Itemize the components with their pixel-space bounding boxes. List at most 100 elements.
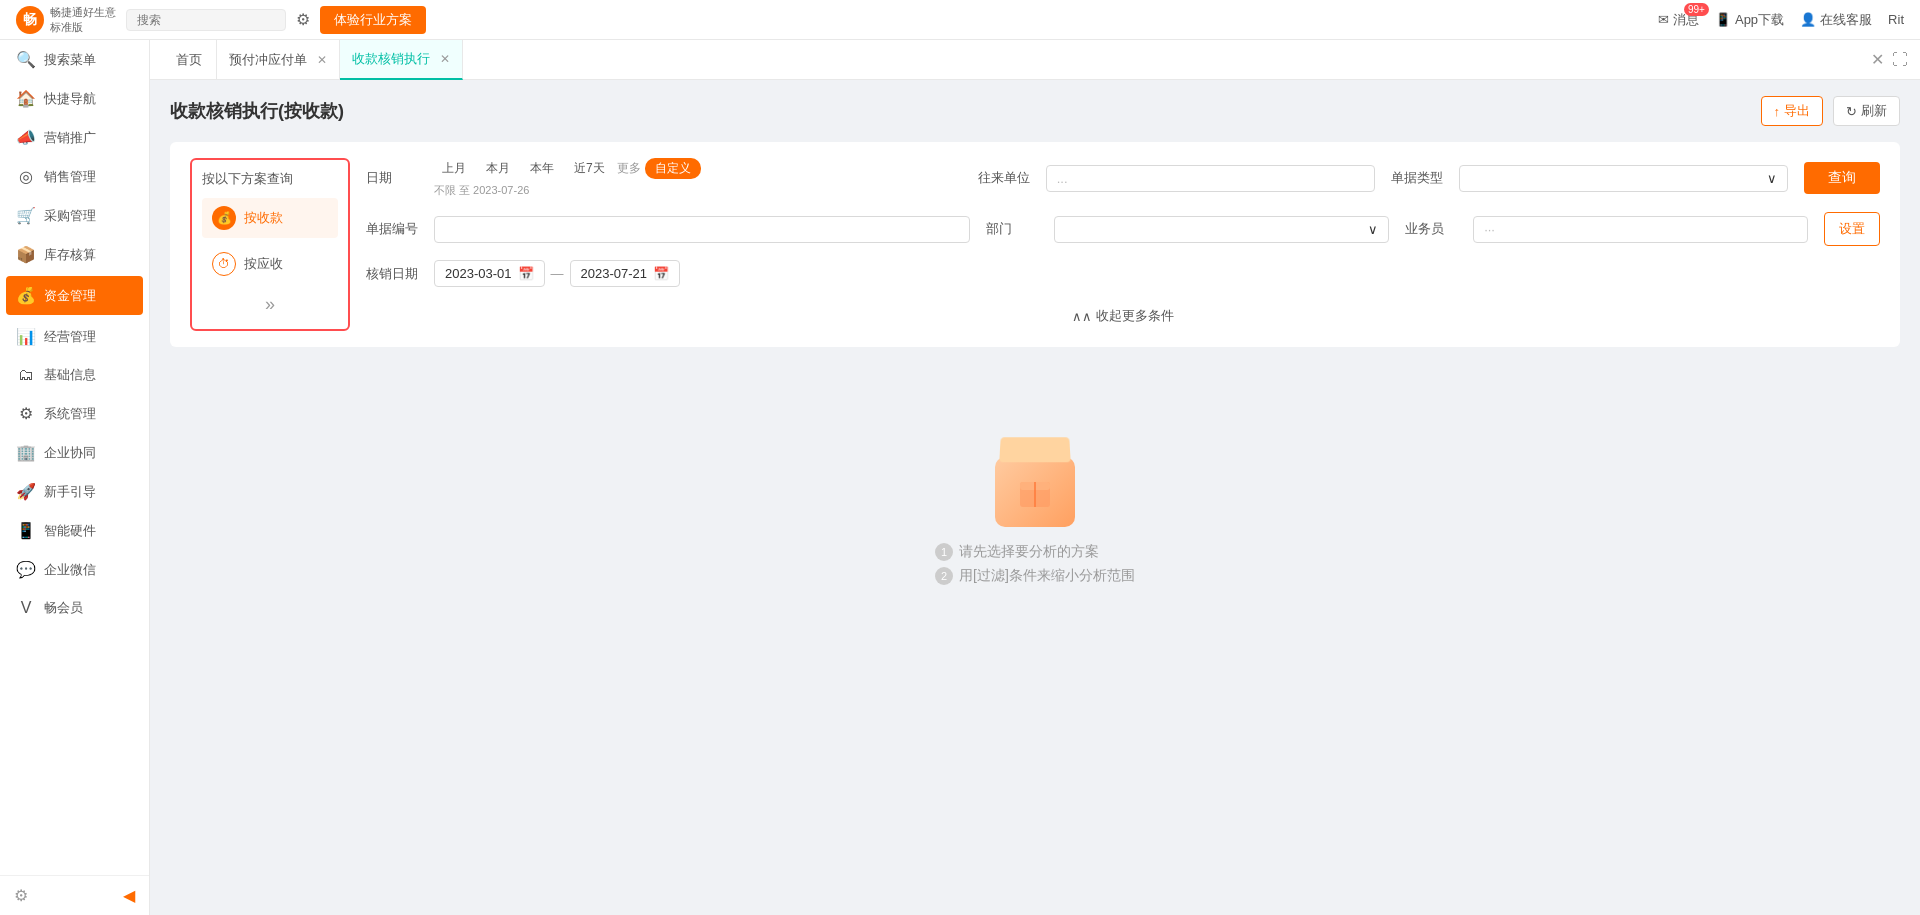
- app-logo: 畅 畅捷通好生意 标准版: [16, 5, 116, 34]
- empty-hint-1: 1 请先选择要分析的方案: [935, 543, 1135, 561]
- partner-input[interactable]: ...: [1046, 165, 1375, 192]
- app-download-button[interactable]: 📱 App下载: [1715, 11, 1784, 29]
- sidebar-item-label: 畅会员: [44, 599, 83, 617]
- export-button[interactable]: ↑ 导出: [1761, 96, 1824, 126]
- sidebar-item-label: 企业微信: [44, 561, 96, 579]
- sidebar-item-label: 库存核算: [44, 246, 96, 264]
- online-service-button[interactable]: 👤 在线客服: [1800, 11, 1872, 29]
- verify-date-start[interactable]: 2023-03-01 📅: [434, 260, 545, 287]
- date-separator: —: [551, 266, 564, 281]
- sidebar-collapse-icon[interactable]: ◀: [123, 886, 135, 905]
- date-opt-more[interactable]: 更多: [617, 160, 641, 177]
- tab-prepay-close[interactable]: ✕: [317, 53, 327, 67]
- tab-close-all-button[interactable]: ✕: [1871, 50, 1884, 69]
- settings-icon[interactable]: ⚙: [296, 10, 310, 29]
- by-receivable-icon: ⏱: [212, 252, 236, 276]
- settings-button[interactable]: 设置: [1824, 212, 1880, 246]
- by-receipt-icon: 💰: [212, 206, 236, 230]
- sidebar-item-quick-nav[interactable]: 🏠 快捷导航: [0, 79, 149, 118]
- date-range: 2023-03-01 📅 — 2023-07-21 📅: [434, 260, 1880, 287]
- sidebar-item-system[interactable]: ⚙ 系统管理: [0, 394, 149, 433]
- filter-panel-title: 按以下方案查询: [202, 170, 338, 188]
- filter-option-by-receipt[interactable]: 💰 按收款: [202, 198, 338, 238]
- brand-text: 畅捷通好生意 标准版: [50, 5, 116, 34]
- sidebar-item-label: 系统管理: [44, 405, 96, 423]
- date-opt-custom[interactable]: 自定义: [645, 158, 701, 179]
- doc-type-select[interactable]: ∨: [1459, 165, 1788, 192]
- verify-date-end[interactable]: 2023-07-21 📅: [570, 260, 681, 287]
- hint-num-2: 2: [935, 567, 953, 585]
- filter-right-panel: 日期 上月 本月 本年 近7天 更多 自定义 不限 至 2023-07-26: [366, 158, 1880, 331]
- dept-select[interactable]: ∨: [1054, 216, 1389, 243]
- calendar-start-icon: 📅: [518, 266, 534, 281]
- partner-field: 往来单位 ...: [978, 165, 1375, 192]
- doc-type-field: 单据类型 ∨: [1391, 165, 1788, 192]
- refresh-icon: ↻: [1846, 104, 1857, 119]
- enterprise-icon: 🏢: [16, 443, 36, 462]
- date-shortcuts: 上月 本月 本年 近7天 更多 自定义: [434, 158, 701, 179]
- query-button[interactable]: 查询: [1804, 162, 1880, 194]
- sidebar-item-sales[interactable]: ◎ 销售管理: [0, 157, 149, 196]
- staff-input[interactable]: ···: [1473, 216, 1808, 243]
- operations-icon: 📊: [16, 327, 36, 346]
- sidebar-item-label: 经营管理: [44, 328, 96, 346]
- tab-expand-button[interactable]: ⛶: [1892, 51, 1908, 69]
- hint-num-1: 1: [935, 543, 953, 561]
- user-avatar[interactable]: Rit: [1888, 12, 1904, 27]
- sidebar-item-label: 基础信息: [44, 366, 96, 384]
- sidebar-item-search-menu[interactable]: 🔍 搜索菜单: [0, 40, 149, 79]
- tab-prepay[interactable]: 预付冲应付单 ✕: [217, 40, 340, 80]
- doc-no-input[interactable]: [434, 216, 970, 243]
- page-header: 收款核销执行(按收款) ↑ 导出 ↻ 刷新: [170, 96, 1900, 126]
- filter-panel-collapse[interactable]: »: [202, 294, 338, 315]
- collapse-more-button[interactable]: ∧∧ 收起更多条件: [366, 301, 1880, 331]
- sidebar-item-operations[interactable]: 📊 经营管理: [0, 317, 149, 356]
- top-bar: 畅 畅捷通好生意 标准版 ⚙ 体验行业方案 ✉ 消息 99+ 📱 App下载 👤…: [0, 0, 1920, 40]
- tab-receivable-close[interactable]: ✕: [440, 52, 450, 66]
- sidebar-item-label: 新手引导: [44, 483, 96, 501]
- date-opt-last-month[interactable]: 上月: [434, 158, 474, 179]
- sidebar-item-enterprise[interactable]: 🏢 企业协同: [0, 433, 149, 472]
- member-icon: V: [16, 599, 36, 617]
- sidebar-item-purchase[interactable]: 🛒 采购管理: [0, 196, 149, 235]
- sidebar-item-label: 销售管理: [44, 168, 96, 186]
- sidebar-item-guide[interactable]: 🚀 新手引导: [0, 472, 149, 511]
- search-input[interactable]: [126, 9, 286, 31]
- date-opt-this-year[interactable]: 本年: [522, 158, 562, 179]
- filter-option-by-receivable[interactable]: ⏱ 按应收: [202, 244, 338, 284]
- tab-receivable[interactable]: 收款核销执行 ✕: [340, 40, 463, 80]
- sidebar-item-label: 采购管理: [44, 207, 96, 225]
- sidebar-item-hardware[interactable]: 📱 智能硬件: [0, 511, 149, 550]
- sidebar-item-marketing[interactable]: 📣 营销推广: [0, 118, 149, 157]
- inventory-icon: 📦: [16, 245, 36, 264]
- partner-label: 往来单位: [978, 169, 1038, 187]
- refresh-button[interactable]: ↻ 刷新: [1833, 96, 1900, 126]
- filter-area: 按以下方案查询 💰 按收款 ⏱ 按应收 » 日期: [170, 142, 1900, 347]
- sidebar-settings-icon[interactable]: ⚙: [14, 886, 28, 905]
- message-button[interactable]: ✉ 消息 99+: [1658, 11, 1699, 29]
- sidebar-item-inventory[interactable]: 📦 库存核算: [0, 235, 149, 274]
- date-opt-7days[interactable]: 近7天: [566, 158, 613, 179]
- empty-state: 1 请先选择要分析的方案 2 用[过滤]条件来缩小分析范围: [170, 427, 1900, 585]
- basic-info-icon: 🗂: [16, 366, 36, 384]
- sidebar-item-basic-info[interactable]: 🗂 基础信息: [0, 356, 149, 394]
- verify-date-label: 核销日期: [366, 265, 426, 283]
- top-bar-left: 畅 畅捷通好生意 标准版 ⚙ 体验行业方案: [16, 5, 426, 34]
- dept-field: 部门 ∨: [986, 216, 1389, 243]
- sidebar-item-wechat[interactable]: 💬 企业微信: [0, 550, 149, 589]
- calendar-end-icon: 📅: [653, 266, 669, 281]
- sidebar-item-member[interactable]: V 畅会员: [0, 589, 149, 627]
- message-badge: 99+: [1684, 3, 1709, 16]
- page-actions: ↑ 导出 ↻ 刷新: [1761, 96, 1901, 126]
- empty-box-icon: [995, 457, 1075, 527]
- hardware-icon: 📱: [16, 521, 36, 540]
- wechat-icon: 💬: [16, 560, 36, 579]
- sidebar-item-finance[interactable]: 💰 资金管理: [6, 276, 143, 315]
- marketing-icon: 📣: [16, 128, 36, 147]
- filter-row-1: 日期 上月 本月 本年 近7天 更多 自定义 不限 至 2023-07-26: [366, 158, 1880, 198]
- industry-button[interactable]: 体验行业方案: [320, 6, 426, 34]
- date-opt-this-month[interactable]: 本月: [478, 158, 518, 179]
- tab-home[interactable]: 首页: [162, 40, 217, 80]
- sidebar-item-label: 智能硬件: [44, 522, 96, 540]
- dept-label: 部门: [986, 220, 1046, 238]
